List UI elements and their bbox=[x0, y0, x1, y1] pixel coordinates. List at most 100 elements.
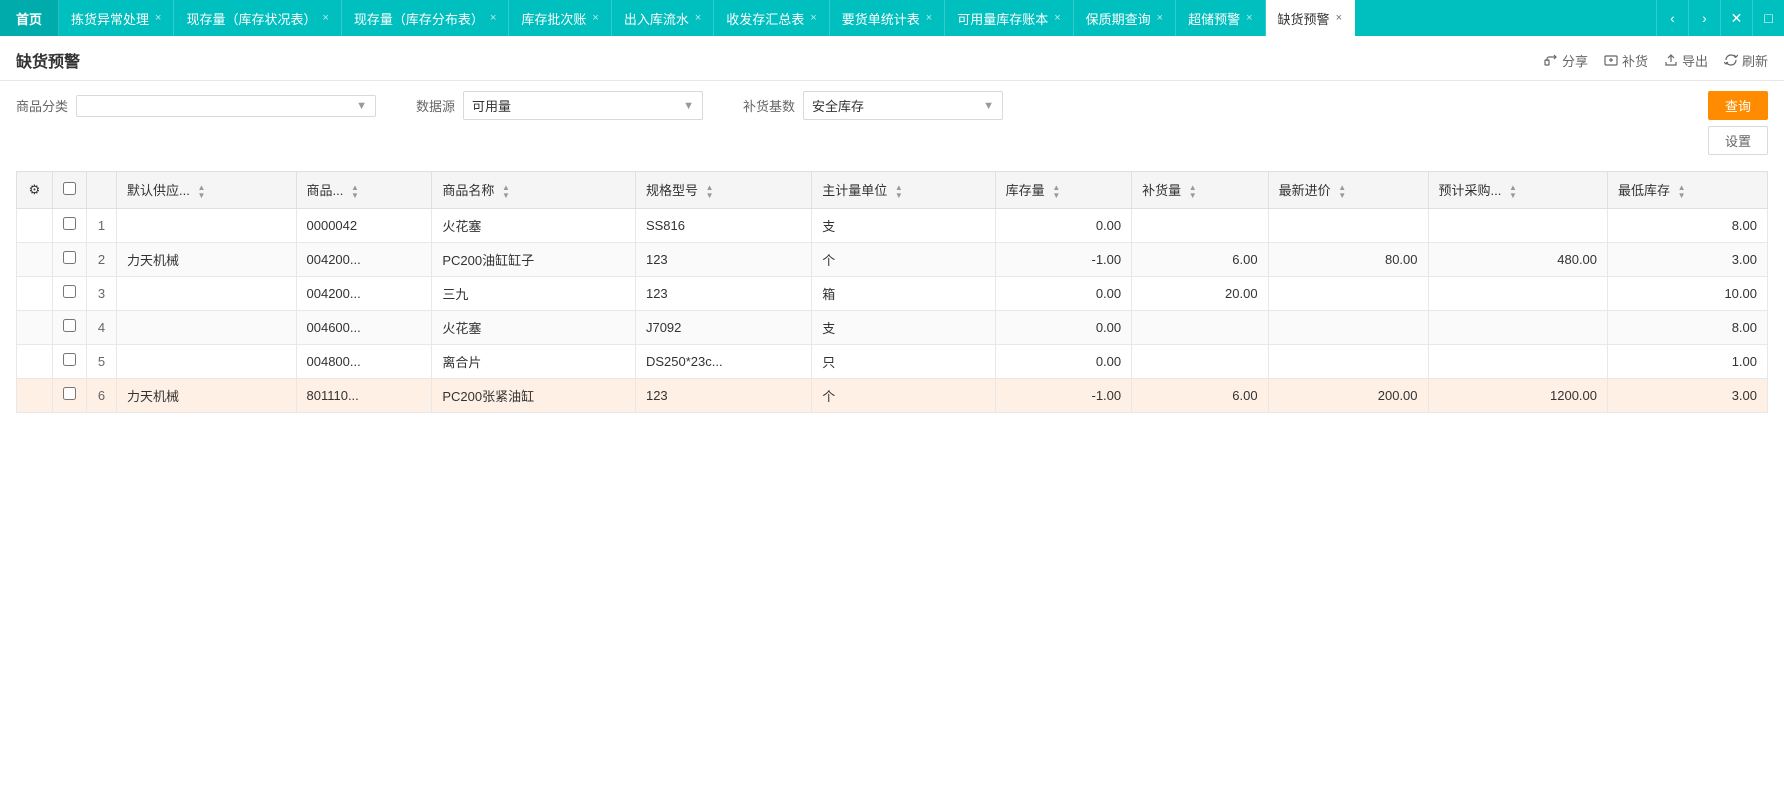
close-tab-expiry[interactable]: × bbox=[1157, 12, 1163, 24]
settings-button[interactable]: 设置 bbox=[1708, 126, 1768, 155]
close-tab-avail-ledger[interactable]: × bbox=[1054, 12, 1060, 24]
col-header-replenish[interactable]: 补货量 ▲▼ bbox=[1132, 172, 1268, 209]
row-gear-3 bbox=[17, 310, 53, 344]
share-action[interactable]: 分享 bbox=[1544, 51, 1588, 70]
col-header-supplier[interactable]: 默认供应... ▲▼ bbox=[117, 172, 297, 209]
row-unit-0: 支 bbox=[812, 208, 995, 242]
nav-tab-inout-flow[interactable]: 出入库流水 × bbox=[612, 0, 714, 36]
sort-stock-icon: ▲▼ bbox=[1052, 184, 1060, 200]
row-checkbox-3[interactable] bbox=[53, 310, 87, 344]
row-latest-price-2 bbox=[1268, 276, 1428, 310]
close-tab-order-stats[interactable]: × bbox=[926, 12, 932, 24]
nav-tab-shortage[interactable]: 缺货预警 × bbox=[1266, 0, 1355, 36]
row-checkbox-4[interactable] bbox=[53, 344, 87, 378]
row-stock-0: 0.00 bbox=[995, 208, 1131, 242]
category-select[interactable]: ▼ bbox=[76, 95, 376, 117]
col-header-code[interactable]: 商品... ▲▼ bbox=[296, 172, 432, 209]
col-header-latest-price[interactable]: 最新进价 ▲▼ bbox=[1268, 172, 1428, 209]
row-supplier-4 bbox=[117, 344, 297, 378]
row-spec-0: SS816 bbox=[635, 208, 811, 242]
nav-controls: ‹ › ✕ □ bbox=[1656, 0, 1784, 36]
row-latest-price-5: 200.00 bbox=[1268, 378, 1428, 412]
row-checkbox-1[interactable] bbox=[53, 242, 87, 276]
nav-tab-order-stats[interactable]: 要货单统计表 × bbox=[830, 0, 945, 36]
select-all-checkbox[interactable] bbox=[63, 182, 76, 195]
col-header-name[interactable]: 商品名称 ▲▼ bbox=[432, 172, 636, 209]
table-row: 1 0000042 火花塞 SS816 支 0.00 8.00 bbox=[17, 208, 1768, 242]
row-select-1[interactable] bbox=[63, 251, 76, 264]
nav-tab-overstock[interactable]: 超储预警 × bbox=[1176, 0, 1265, 36]
col-header-stock[interactable]: 库存量 ▲▼ bbox=[995, 172, 1131, 209]
sort-spec-icon: ▲▼ bbox=[706, 184, 714, 200]
table-container: ⚙ 默认供应... ▲▼ 商品... ▲▼ 商品名称 bbox=[0, 171, 1784, 413]
nav-tab-recv-summary[interactable]: 收发存汇总表 × bbox=[714, 0, 829, 36]
nav-tab-inventory-dist[interactable]: 现存量（库存分布表） × bbox=[342, 0, 509, 36]
replenish-base-filter: 补货基数 安全库存 ▼ bbox=[743, 91, 1003, 120]
col-header-min-stock[interactable]: 最低库存 ▲▼ bbox=[1608, 172, 1768, 209]
row-checkbox-0[interactable] bbox=[53, 208, 87, 242]
row-select-4[interactable] bbox=[63, 353, 76, 366]
col-header-checkbox[interactable] bbox=[53, 172, 87, 209]
nav-tab-inventory-status[interactable]: 现存量（库存状况表） × bbox=[174, 0, 341, 36]
row-replenish-3 bbox=[1132, 310, 1268, 344]
nav-close-btn[interactable]: ✕ bbox=[1720, 0, 1752, 36]
row-est-purchase-1: 480.00 bbox=[1428, 242, 1608, 276]
replenish-base-select[interactable]: 安全库存 ▼ bbox=[803, 91, 1003, 120]
replenish-action[interactable]: 补货 bbox=[1604, 51, 1648, 70]
row-code-4: 004800... bbox=[296, 344, 432, 378]
close-tab-inventory-status[interactable]: × bbox=[322, 12, 328, 24]
nav-tab-exception[interactable]: 拣货异常处理 × bbox=[59, 0, 174, 36]
page-content: 缺货预警 分享 补货 导出 bbox=[0, 36, 1784, 796]
row-seq-2: 3 bbox=[87, 276, 117, 310]
close-tab-batch-account[interactable]: × bbox=[592, 12, 598, 24]
row-select-5[interactable] bbox=[63, 387, 76, 400]
col-header-gear[interactable]: ⚙ bbox=[17, 172, 53, 209]
nav-expand-btn[interactable]: □ bbox=[1752, 0, 1784, 36]
row-supplier-3 bbox=[117, 310, 297, 344]
datasource-filter: 数据源 可用量 ▼ bbox=[416, 91, 703, 120]
row-est-purchase-4 bbox=[1428, 344, 1608, 378]
row-checkbox-2[interactable] bbox=[53, 276, 87, 310]
row-name-5: PC200张紧油缸 bbox=[432, 378, 636, 412]
close-tab-inventory-dist[interactable]: × bbox=[490, 12, 496, 24]
row-select-3[interactable] bbox=[63, 319, 76, 332]
sort-unit-icon: ▲▼ bbox=[895, 184, 903, 200]
close-tab-recv-summary[interactable]: × bbox=[810, 12, 816, 24]
nav-tab-batch-account[interactable]: 库存批次账 × bbox=[509, 0, 611, 36]
nav-tab-home[interactable]: 首页 bbox=[0, 0, 59, 36]
datasource-select[interactable]: 可用量 ▼ bbox=[463, 91, 703, 120]
row-name-2: 三九 bbox=[432, 276, 636, 310]
col-header-spec[interactable]: 规格型号 ▲▼ bbox=[635, 172, 811, 209]
row-code-5: 801110... bbox=[296, 378, 432, 412]
table-row: 2 力天机械 004200... PC200油缸缸子 123 个 -1.00 6… bbox=[17, 242, 1768, 276]
refresh-action[interactable]: 刷新 bbox=[1724, 51, 1768, 70]
close-tab-shortage[interactable]: × bbox=[1336, 12, 1342, 24]
row-seq-0: 1 bbox=[87, 208, 117, 242]
row-name-1: PC200油缸缸子 bbox=[432, 242, 636, 276]
row-replenish-4 bbox=[1132, 344, 1268, 378]
close-tab-inout-flow[interactable]: × bbox=[695, 12, 701, 24]
row-name-4: 离合片 bbox=[432, 344, 636, 378]
col-header-unit[interactable]: 主计量单位 ▲▼ bbox=[812, 172, 995, 209]
table-row: 4 004600... 火花塞 J7092 支 0.00 8.00 bbox=[17, 310, 1768, 344]
nav-prev-btn[interactable]: ‹ bbox=[1656, 0, 1688, 36]
row-code-2: 004200... bbox=[296, 276, 432, 310]
close-tab-overstock[interactable]: × bbox=[1246, 12, 1252, 24]
table-row: 5 004800... 离合片 DS250*23c... 只 0.00 1.00 bbox=[17, 344, 1768, 378]
export-action[interactable]: 导出 bbox=[1664, 51, 1708, 70]
nav-tab-expiry[interactable]: 保质期查询 × bbox=[1074, 0, 1176, 36]
sort-est-purchase-icon: ▲▼ bbox=[1509, 184, 1517, 200]
top-nav: 首页 拣货异常处理 × 现存量（库存状况表） × 现存量（库存分布表） × 库存… bbox=[0, 0, 1784, 36]
replenish-base-value: 安全库存 bbox=[812, 96, 975, 115]
nav-tab-avail-ledger[interactable]: 可用量库存账本 × bbox=[945, 0, 1073, 36]
col-header-est-purchase[interactable]: 预计采购... ▲▼ bbox=[1428, 172, 1608, 209]
replenish-base-chevron-icon: ▼ bbox=[983, 100, 994, 112]
row-unit-5: 个 bbox=[812, 378, 995, 412]
row-select-0[interactable] bbox=[63, 217, 76, 230]
nav-next-btn[interactable]: › bbox=[1688, 0, 1720, 36]
row-select-2[interactable] bbox=[63, 285, 76, 298]
query-button[interactable]: 查询 bbox=[1708, 91, 1768, 120]
row-supplier-0 bbox=[117, 208, 297, 242]
row-checkbox-5[interactable] bbox=[53, 378, 87, 412]
close-tab-exception[interactable]: × bbox=[155, 12, 161, 24]
